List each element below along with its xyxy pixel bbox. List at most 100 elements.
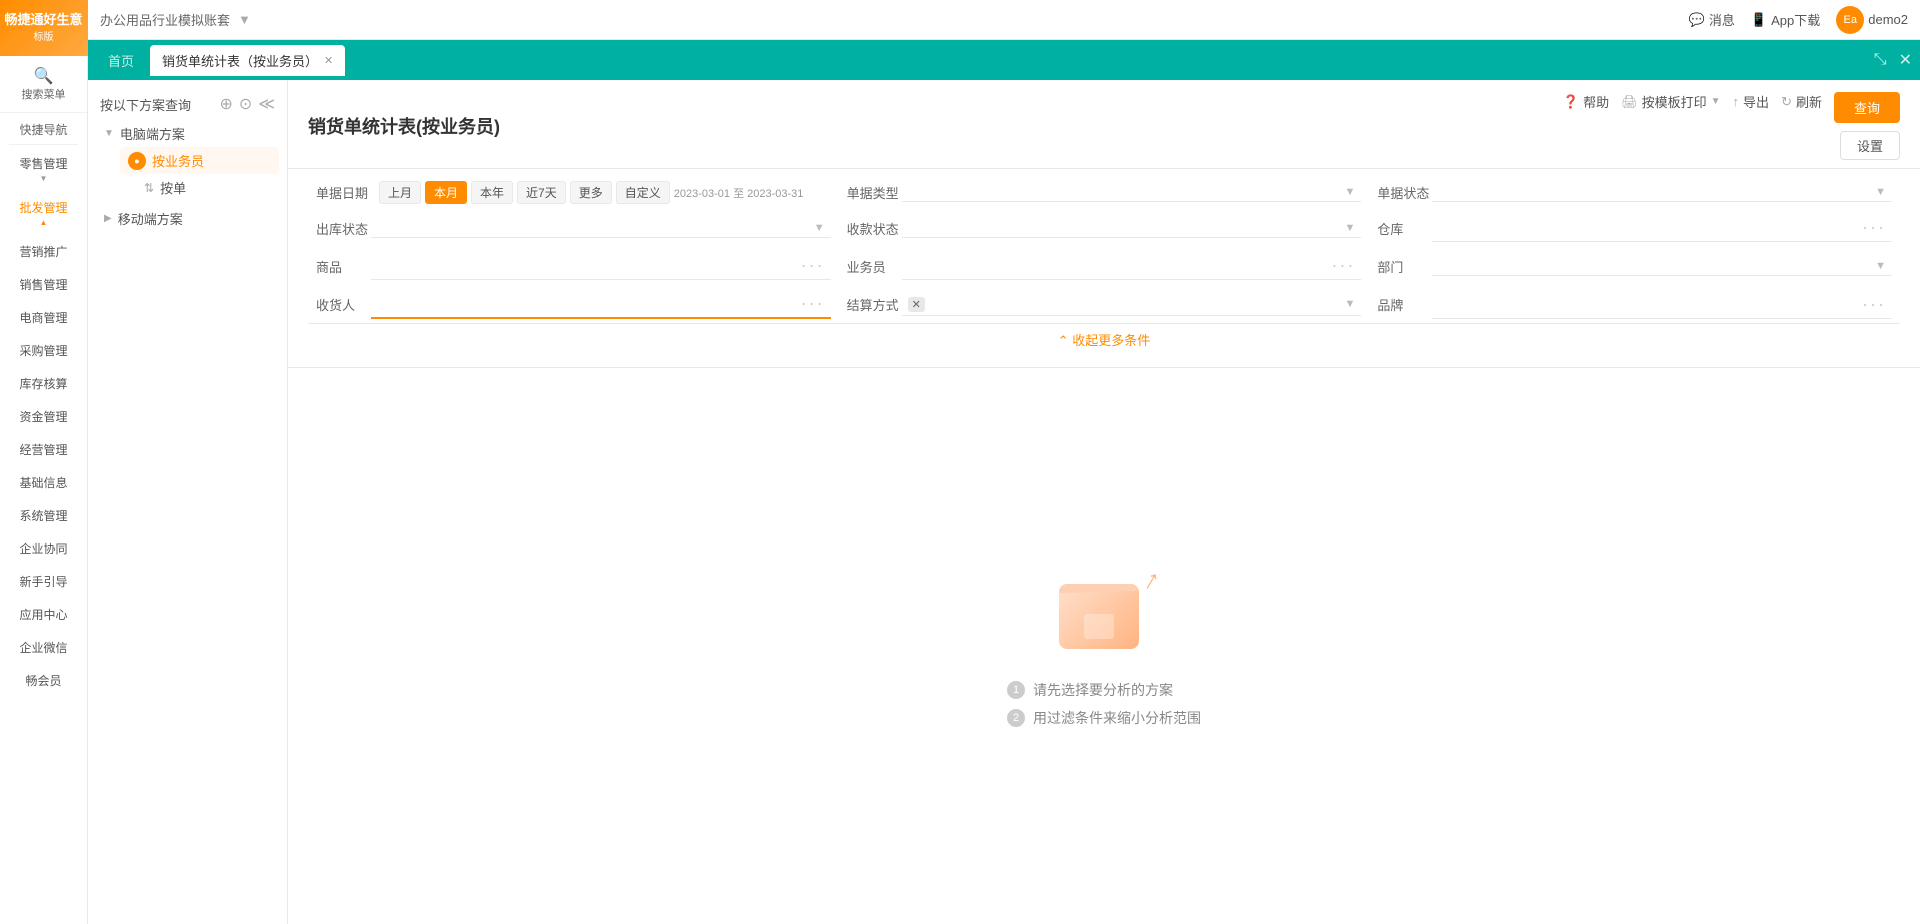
sidebar-item-finance[interactable]: 资金管理 (0, 400, 87, 433)
main-content: ↑ 1 请先选择要分析的方案 2 用过滤条件来缩小分析范围 (288, 368, 1920, 924)
help-btn[interactable]: ❓ 帮助 (1563, 92, 1609, 111)
refresh-btn[interactable]: ↻ 刷新 (1781, 92, 1822, 111)
status-field: 单据状态 ▼ (1369, 181, 1900, 204)
brand-dots: ··· (1862, 294, 1886, 315)
tab-sales-stat-label: 销货单统计表（按业务员） (162, 51, 318, 70)
arrow-icon: ↑ (1138, 563, 1166, 598)
print-btn[interactable]: 🖨 按模板打印 ▼ (1621, 92, 1720, 111)
message-btn[interactable]: 💬 消息 (1689, 10, 1735, 29)
sidebar-item-system[interactable]: 系统管理 (0, 499, 87, 532)
payment-tag-close[interactable]: ✕ (908, 297, 925, 312)
brand-input[interactable]: ··· (1432, 291, 1892, 319)
tree-node-pc-scheme[interactable]: ▼ 电脑端方案 (96, 120, 279, 147)
collapse-btn[interactable]: ⌃ 收起更多条件 (308, 323, 1900, 355)
sidebar-item-member[interactable]: 畅会员 (0, 664, 87, 697)
dept-field: 部门 ▼ (1369, 252, 1900, 280)
export-btn[interactable]: ↑ 导出 (1733, 92, 1770, 111)
user-avatar-btn[interactable]: Ea demo2 (1836, 6, 1908, 34)
type-field: 单据类型 ▼ (839, 181, 1370, 204)
tab-home-label: 首页 (108, 51, 134, 70)
out-status-label: 出库状态 (316, 219, 371, 238)
salesperson-field: 业务员 ··· (839, 252, 1370, 280)
salesperson-input[interactable]: ··· (902, 252, 1362, 280)
tree-expand-icon: ▼ (104, 128, 114, 139)
dept-dropdown-icon: ▼ (1875, 260, 1886, 272)
box-body (1059, 584, 1139, 649)
sidebar-item-wholesale[interactable]: 批发管理 ▲ (0, 191, 87, 235)
avatar: Ea (1836, 6, 1864, 34)
page-title: 销货单统计表(按业务员) (308, 113, 500, 139)
query-button[interactable]: 查询 (1834, 92, 1900, 123)
date-btn-7days[interactable]: 近7天 (517, 181, 566, 204)
date-btn-this-year[interactable]: 本年 (471, 181, 513, 204)
app-logo[interactable]: 畅捷通好生意 标版 (0, 0, 88, 56)
tree-node-mobile-scheme[interactable]: ▶ 移动端方案 (96, 205, 279, 232)
hint-1: 1 请先选择要分析的方案 (1007, 680, 1201, 700)
collect-status-select[interactable]: ▼ (902, 219, 1362, 238)
sidebar-item-basic[interactable]: 基础信息 (0, 466, 87, 499)
right-actions-col: 查询 设置 (1834, 92, 1900, 160)
sidebar-item-corp-wechat[interactable]: 企业微信 (0, 631, 87, 664)
date-range: 2023-03-01 至 2023-03-31 (674, 185, 804, 201)
header-title-area: 办公用品行业模拟账套 ▼ (100, 10, 251, 29)
tab-sales-stat[interactable]: 销货单统计表（按业务员） ✕ (150, 45, 345, 76)
settings-button[interactable]: 设置 (1840, 131, 1900, 160)
left-panel: 按以下方案查询 ⊕ ⊙ ≪ ▼ 电脑端方案 ● 按业务员 (88, 80, 288, 924)
empty-text: 1 请先选择要分析的方案 2 用过滤条件来缩小分析范围 (1007, 680, 1201, 728)
sidebar-item-marketing[interactable]: 营销推广 (0, 235, 87, 268)
out-status-dropdown-icon: ▼ (814, 222, 825, 234)
tree-child-pc: ● 按业务员 ⇅ 按单 (96, 147, 279, 201)
header-dropdown-icon[interactable]: ▼ (238, 12, 251, 27)
receiver-input[interactable]: ··· (371, 290, 831, 319)
header-title: 办公用品行业模拟账套 (100, 10, 230, 29)
quick-nav[interactable]: 快捷导航 (0, 113, 87, 142)
sidebar-item-enterprise[interactable]: 企业协同 (0, 532, 87, 565)
sidebar-item-purchase[interactable]: 采购管理 (0, 334, 87, 367)
salesperson-label: 业务员 (847, 257, 902, 276)
filter-area: 单据日期 上月 本月 本年 近7天 更多 自定义 2023-03-01 至 20… (288, 169, 1920, 368)
warehouse-input[interactable]: ··· (1432, 214, 1892, 242)
status-select[interactable]: ▼ (1432, 183, 1892, 202)
payment-select[interactable]: ✕ ▼ (902, 294, 1362, 316)
tab-close-window[interactable]: ✕ (1899, 50, 1912, 70)
goods-input[interactable]: ··· (371, 252, 831, 280)
message-icon: 💬 (1689, 12, 1705, 28)
hint-2: 2 用过滤条件来缩小分析范围 (1007, 708, 1201, 728)
tree-item-by-order[interactable]: ⇅ 按单 (136, 174, 279, 201)
app-download-btn[interactable]: 📱 App下载 (1751, 10, 1820, 29)
sidebar-item-inventory[interactable]: 库存核算 (0, 367, 87, 400)
add-scheme-icon[interactable]: ⊕ (219, 94, 232, 114)
tab-home[interactable]: 首页 (96, 45, 146, 76)
tree-item-by-salesperson[interactable]: ● 按业务员 (120, 147, 279, 174)
header-actions: 💬 消息 📱 App下载 Ea demo2 (1689, 6, 1908, 34)
date-btn-last-month[interactable]: 上月 (379, 181, 421, 204)
collapse-panel-icon[interactable]: ≪ (258, 94, 275, 114)
tab-bar: 首页 销货单统计表（按业务员） ✕ ⤡ ✕ (88, 40, 1920, 80)
sidebar-item-retail[interactable]: 零售管理 ▼ (0, 147, 87, 191)
date-btn-more[interactable]: 更多 (570, 181, 612, 204)
out-status-select[interactable]: ▼ (371, 219, 831, 238)
sidebar-item-newbie[interactable]: 新手引导 (0, 565, 87, 598)
page-header: 销货单统计表(按业务员) ❓ 帮助 🖨 按模板打印 ▼ ↑ (288, 80, 1920, 169)
sidebar: 畅捷通好生意 标版 🔍 搜索菜单 快捷导航 零售管理 ▼ 批发管理 ▲ 营销推广… (0, 0, 88, 924)
warehouse-label: 仓库 (1377, 219, 1432, 238)
warehouse-field: 仓库 ··· (1369, 214, 1900, 242)
content-area: 按以下方案查询 ⊕ ⊙ ≪ ▼ 电脑端方案 ● 按业务员 (88, 80, 1920, 924)
sort-icon: ⇅ (144, 181, 154, 195)
sidebar-item-appstore[interactable]: 应用中心 (0, 598, 87, 631)
goods-dots: ··· (801, 255, 825, 276)
tab-close-icon[interactable]: ✕ (324, 54, 333, 67)
help-icon: ❓ (1563, 94, 1579, 110)
right-panel: 销货单统计表(按业务员) ❓ 帮助 🖨 按模板打印 ▼ ↑ (288, 80, 1920, 924)
sidebar-item-operation[interactable]: 经营管理 (0, 433, 87, 466)
sidebar-item-sales[interactable]: 销售管理 (0, 268, 87, 301)
payment-label: 结算方式 (847, 295, 902, 314)
sidebar-search[interactable]: 🔍 搜索菜单 (0, 56, 87, 113)
sidebar-item-ecommerce[interactable]: 电商管理 (0, 301, 87, 334)
type-select[interactable]: ▼ (902, 183, 1362, 202)
dept-select[interactable]: ▼ (1432, 257, 1892, 276)
edit-scheme-icon[interactable]: ⊙ (239, 94, 252, 114)
date-btn-custom[interactable]: 自定义 (616, 181, 670, 204)
tab-expand-btn[interactable]: ⤡ (1874, 51, 1887, 69)
date-btn-this-month[interactable]: 本月 (425, 181, 467, 204)
